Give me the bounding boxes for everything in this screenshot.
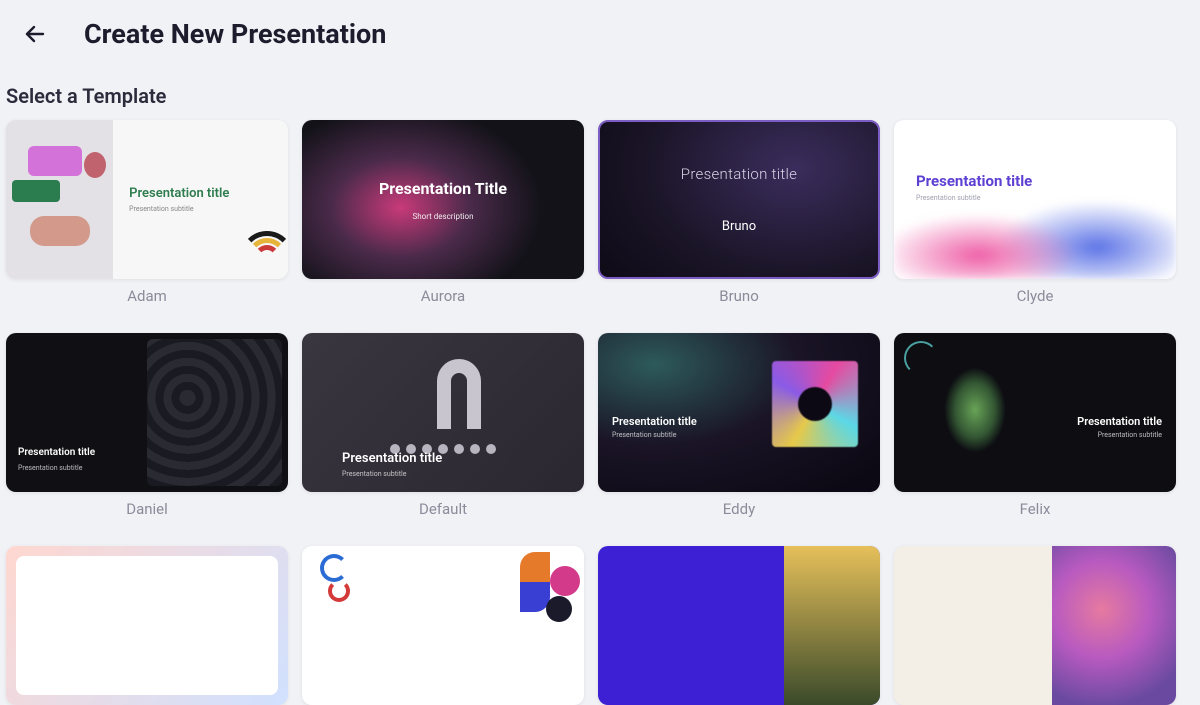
back-button[interactable] [22, 21, 48, 47]
thumb-title: Presentation title [342, 451, 442, 466]
template-thumb: Presentation title Presentation subtitle [302, 333, 584, 492]
template-card-aurora[interactable]: Presentation Title Short description Aur… [302, 120, 584, 305]
template-card-eddy[interactable]: Presentation title Presentation subtitle… [598, 333, 880, 518]
template-card-default[interactable]: Presentation title Presentation subtitle… [302, 333, 584, 518]
template-thumb [6, 546, 288, 705]
template-name: Felix [1020, 500, 1051, 518]
template-thumb: Presentation title Presentation subtitle [598, 333, 880, 492]
template-thumb [302, 546, 584, 705]
template-card-clyde[interactable]: Presentation title Presentation subtitle… [894, 120, 1176, 305]
template-name: Default [419, 500, 467, 518]
template-thumb [598, 546, 880, 705]
thumb-title: Presentation title [916, 172, 1032, 190]
thumb-title: Presentation title [129, 186, 288, 201]
template-grid: Presentation title Presentation subtitle… [0, 120, 1200, 705]
thumb-title: Presentation title [1077, 415, 1162, 428]
template-thumb: Presentation Title Short description [302, 120, 584, 279]
thumb-title: Presentation title [18, 447, 95, 458]
template-name: Daniel [126, 500, 168, 518]
thumb-title: Presentation title [612, 415, 697, 428]
page-title: Create New Presentation [84, 18, 386, 50]
template-card-bruno[interactable]: Presentation title Bruno Bruno [598, 120, 880, 305]
template-thumb [894, 546, 1176, 705]
template-thumb: Presentation title Bruno [598, 120, 880, 279]
template-thumb: Presentation title Presentation subtitle [894, 333, 1176, 492]
template-card-adam[interactable]: Presentation title Presentation subtitle… [6, 120, 288, 305]
template-card-daniel[interactable]: Presentation title Presentation subtitle… [6, 333, 288, 518]
template-name: Aurora [421, 287, 465, 305]
template-name: Clyde [1017, 287, 1054, 305]
template-thumb: Presentation title Presentation subtitle [894, 120, 1176, 279]
template-name: Bruno [719, 287, 759, 305]
thumb-title: Presentation Title [379, 179, 507, 198]
arrow-left-icon [23, 22, 47, 46]
template-card-felix[interactable]: Presentation title Presentation subtitle… [894, 333, 1176, 518]
thumb-subtitle: Presentation subtitle [129, 205, 288, 213]
section-title: Select a Template [0, 50, 1200, 120]
thumb-title: Presentation title [681, 165, 797, 183]
template-card-partial-3[interactable] [598, 546, 880, 705]
template-card-partial-1[interactable] [6, 546, 288, 705]
page-header: Create New Presentation [0, 0, 1200, 50]
thumb-subtitle: Bruno [722, 219, 756, 234]
thumb-subtitle: Presentation subtitle [612, 431, 676, 439]
template-card-partial-4[interactable] [894, 546, 1176, 705]
template-name: Eddy [723, 500, 755, 518]
thumb-subtitle: Short description [413, 212, 474, 221]
thumb-subtitle: Presentation subtitle [1098, 431, 1162, 439]
thumb-subtitle: Presentation subtitle [916, 194, 980, 202]
template-card-partial-2[interactable] [302, 546, 584, 705]
template-thumb: Presentation title Presentation subtitle [6, 333, 288, 492]
thumb-subtitle: Presentation subtitle [18, 464, 82, 472]
template-name: Adam [127, 287, 167, 305]
thumb-subtitle: Presentation subtitle [342, 470, 406, 478]
template-thumb: Presentation title Presentation subtitle [6, 120, 288, 279]
